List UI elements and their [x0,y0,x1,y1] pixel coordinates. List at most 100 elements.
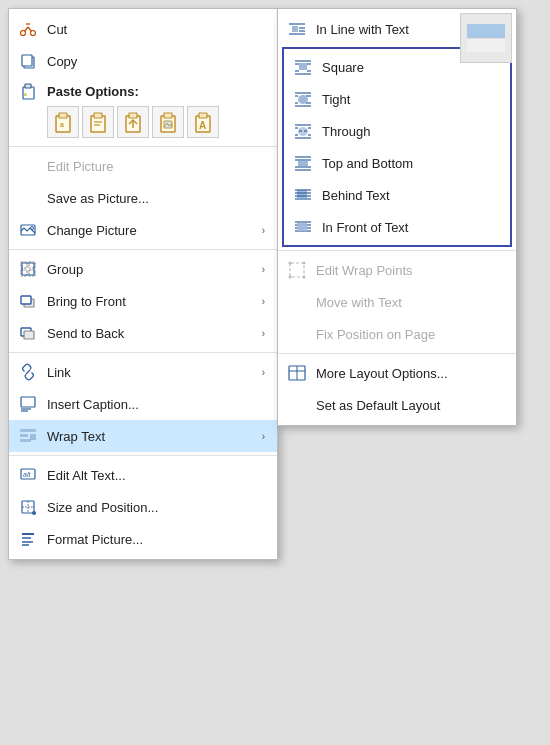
size-position-label: Size and Position... [47,500,265,515]
bring-front-icon [17,290,39,312]
move-text-icon [286,291,308,313]
svg-rect-18 [129,113,137,118]
cut-icon [17,18,39,40]
paste-btn-keep-source[interactable]: a [47,106,79,138]
svg-point-105 [289,276,292,279]
menu-item-save-as-picture[interactable]: Save as Picture... [9,182,277,214]
svg-rect-42 [20,434,28,437]
sub-sep-1 [278,250,516,251]
svg-rect-36 [24,331,34,339]
wrap-options-group: Square Tight [282,47,512,247]
menu-item-send-to-back[interactable]: Send to Back › [9,317,277,349]
square-wrap-icon [292,56,314,78]
svg-rect-43 [20,439,31,442]
svg-text:alt: alt [23,471,31,478]
caption-icon [17,393,39,415]
more-layout-label: More Layout Options... [316,366,504,381]
svg-rect-92 [297,190,307,198]
wrap-text-label: Wrap Text [47,429,262,444]
svg-rect-41 [20,429,36,432]
menu-item-copy[interactable]: Copy [9,45,277,77]
svg-rect-6 [22,55,32,66]
more-layout-icon [286,362,308,384]
svg-rect-102 [290,263,304,277]
inline-icon [286,18,308,40]
svg-rect-14 [94,113,102,118]
submenu-item-top-bottom[interactable]: Top and Bottom [284,147,510,179]
set-default-label: Set as Default Layout [316,398,504,413]
main-context-menu: Cut Copy a Past [8,8,278,560]
svg-line-3 [28,27,32,32]
menu-item-bring-to-front[interactable]: Bring to Front › [9,285,277,317]
paste-btn-merge-format[interactable] [82,106,114,138]
edit-picture-label: Edit Picture [47,159,265,174]
inline-label: In Line with Text [316,22,456,37]
copy-label: Copy [47,54,265,69]
context-menu-wrapper: Cut Copy a Past [8,8,278,560]
menu-item-format-picture[interactable]: Format Picture... [9,523,277,555]
through-wrap-icon [292,120,314,142]
set-default-icon [286,394,308,416]
svg-rect-44 [30,434,36,440]
top-bottom-label: Top and Bottom [322,156,498,171]
sep-1 [9,146,277,147]
menu-item-edit-picture: Edit Picture [9,150,277,182]
through-label: Through [322,124,498,139]
square-label: Square [322,60,498,75]
fix-position-icon [286,323,308,345]
submenu-item-move-with-text: Move with Text [278,286,516,318]
link-icon [17,361,39,383]
menu-item-wrap-text[interactable]: Wrap Text › [9,420,277,452]
save-picture-icon [17,187,39,209]
svg-text:a: a [24,91,27,97]
wrap-text-arrow: › [262,431,265,442]
submenu-item-more-layout[interactable]: More Layout Options... [278,357,516,389]
submenu-item-through[interactable]: Through [284,115,510,147]
menu-item-link[interactable]: Link › [9,356,277,388]
svg-rect-89 [298,161,308,166]
paste-options-label: Paste Options: [47,84,139,99]
edit-picture-icon [17,155,39,177]
wrap-text-icon [17,425,39,447]
link-arrow: › [262,367,265,378]
svg-line-37 [26,370,30,374]
svg-text:A: A [199,120,206,131]
submenu-item-square[interactable]: Square [284,51,510,83]
alt-text-label: Edit Alt Text... [47,468,265,483]
edit-wrap-icon [286,259,308,281]
behind-wrap-icon [292,184,314,206]
size-icon [17,496,39,518]
group-arrow: › [262,264,265,275]
submenu-item-behind-text[interactable]: Behind Text [284,179,510,211]
send-back-label: Send to Back [47,326,262,341]
send-back-icon [17,322,39,344]
behind-text-label: Behind Text [322,188,498,203]
link-label: Link [47,365,262,380]
svg-rect-32 [22,263,34,275]
menu-item-group[interactable]: Group › [9,253,277,285]
paste-btn-text-only[interactable]: A [187,106,219,138]
menu-item-insert-caption[interactable]: Insert Caption... [9,388,277,420]
insert-caption-label: Insert Caption... [47,397,265,412]
send-back-arrow: › [262,328,265,339]
submenu-item-in-front[interactable]: In Front of Text [284,211,510,243]
menu-item-cut[interactable]: Cut [9,13,277,45]
cut-label: Cut [47,22,265,37]
submenu-item-tight[interactable]: Tight [284,83,510,115]
svg-rect-67 [299,63,307,70]
svg-point-27 [31,227,34,230]
svg-point-50 [32,511,36,515]
svg-point-104 [303,262,306,265]
svg-rect-11 [59,113,67,118]
submenu-item-fix-position: Fix Position on Page [278,318,516,350]
change-picture-arrow: › [262,225,265,236]
menu-item-change-picture[interactable]: Change Picture › [9,214,277,246]
submenu-item-set-default[interactable]: Set as Default Layout [278,389,516,421]
menu-item-edit-alt-text[interactable]: alt Edit Alt Text... [9,459,277,491]
paste-btn-use-dest[interactable] [117,106,149,138]
menu-item-size-position[interactable]: Size and Position... [9,491,277,523]
submenu-item-inline[interactable]: In Line with Text [278,13,516,45]
paste-btn-picture[interactable] [152,106,184,138]
paste-icon: a [17,80,39,102]
copy-icon [17,50,39,72]
